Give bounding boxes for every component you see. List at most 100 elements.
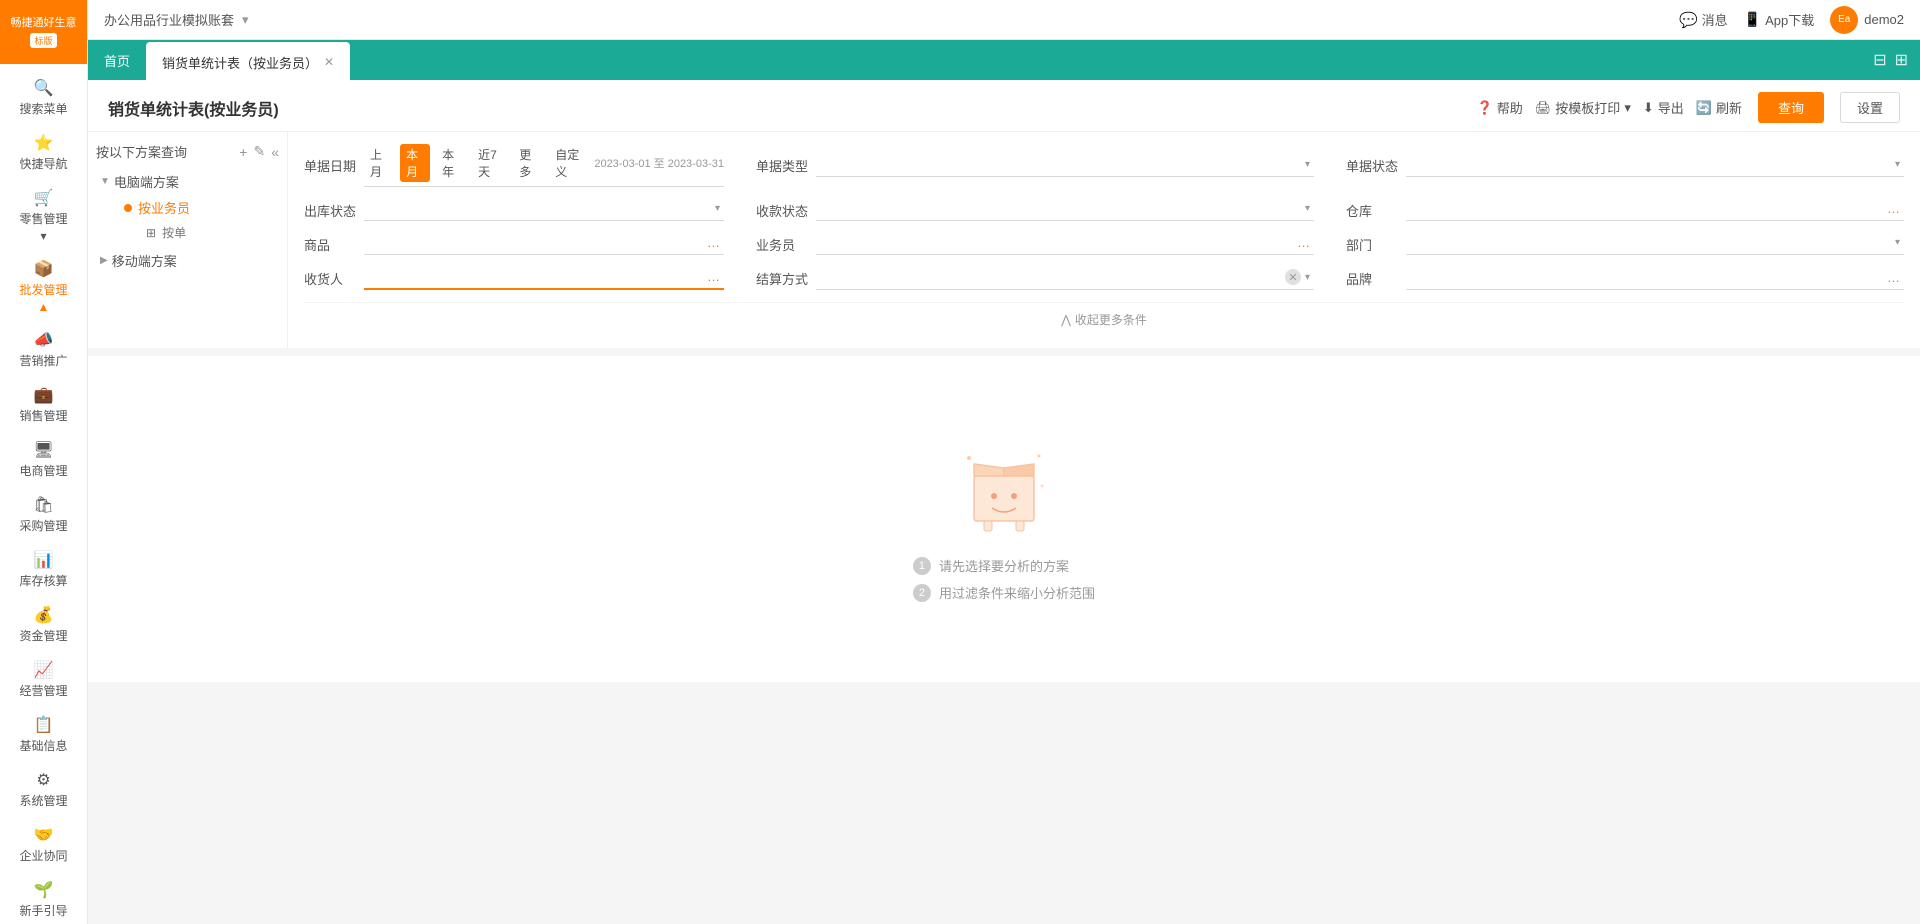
- logo-badge: 标版: [30, 33, 56, 48]
- date-btn-7days[interactable]: 近7天: [472, 144, 507, 182]
- tab-close-button[interactable]: ✕: [324, 55, 334, 69]
- sidebar-item-ecommerce[interactable]: 🖥 电商管理: [0, 432, 87, 487]
- doc-status-input-wrapper: ▾: [1406, 155, 1904, 177]
- tab-sales-stats[interactable]: 销货单统计表（按业务员） ✕: [146, 42, 350, 82]
- settings-button[interactable]: 设置: [1840, 92, 1900, 123]
- user-profile-button[interactable]: Ea demo2: [1830, 6, 1904, 34]
- system-icon: ⚙: [36, 770, 50, 790]
- date-label: 单据日期: [304, 156, 356, 175]
- sidebar-item-system-label: 系统管理: [19, 792, 67, 809]
- date-btn-this-year[interactable]: 本年: [436, 144, 466, 182]
- tab-actions: ⊟ ⊞: [1873, 50, 1920, 70]
- filter-panel: 按以下方案查询 + ✎ « ▼ 电脑端方案: [88, 132, 1920, 348]
- scheme-add-button[interactable]: +: [239, 144, 247, 160]
- scheme-by-order[interactable]: ⊞ 按单: [140, 221, 279, 244]
- sidebar-item-system[interactable]: ⚙ 系统管理: [0, 762, 87, 817]
- sidebar-item-retail[interactable]: 🛒 零售管理 ▾: [0, 180, 87, 251]
- date-btn-custom[interactable]: 自定义: [549, 144, 588, 182]
- export-button[interactable]: ⬇ 导出: [1643, 98, 1684, 117]
- doc-type-arrow: ▾: [1305, 159, 1310, 170]
- avatar: Ea: [1830, 6, 1858, 34]
- sidebar-item-inventory-label: 库存核算: [19, 572, 67, 589]
- app-download-button[interactable]: 📱 App下载: [1744, 10, 1815, 29]
- print-button[interactable]: 🖨 按模板打印 ▾: [1535, 98, 1631, 117]
- filter-row-3: 商品 … 业务员 …: [304, 233, 1904, 255]
- sidebar-item-search[interactable]: 🔍 搜索菜单: [0, 70, 87, 125]
- ecommerce-icon: 🖥: [33, 440, 53, 460]
- scheme-by-salesperson[interactable]: 按业务员: [116, 194, 279, 221]
- warehouse-dots[interactable]: …: [1887, 201, 1900, 216]
- scheme-group-desktop-header[interactable]: ▼ 电脑端方案: [96, 169, 279, 194]
- sidebar-item-basics[interactable]: 📋 基础信息: [0, 707, 87, 762]
- product-dots[interactable]: …: [707, 235, 720, 250]
- empty-illustration: [954, 436, 1054, 536]
- newbie-icon: 🌱: [34, 880, 54, 900]
- doc-status-input[interactable]: [1410, 157, 1891, 172]
- collapse-button[interactable]: ⋀ 收起更多条件: [1061, 311, 1147, 328]
- doc-status-label: 单据状态: [1346, 156, 1398, 175]
- sidebar-item-inventory[interactable]: 📊 库存核算: [0, 542, 87, 597]
- consignee-dots[interactable]: …: [707, 269, 720, 284]
- filter-out-status-field: 出库状态 ▾: [304, 199, 724, 221]
- tab-home[interactable]: 首页: [88, 40, 146, 80]
- message-button[interactable]: 💬 消息: [1679, 10, 1728, 29]
- warehouse-input[interactable]: [1410, 201, 1887, 216]
- filter-warehouse-field: 仓库 …: [1346, 199, 1904, 221]
- sidebar-item-operations[interactable]: 📈 经营管理: [0, 652, 87, 707]
- out-status-input[interactable]: [368, 201, 711, 216]
- date-btn-last-month[interactable]: 上月: [364, 144, 394, 182]
- date-btn-this-month[interactable]: 本月: [400, 144, 430, 182]
- scheme-by-salesperson-label: 按业务员: [138, 198, 190, 217]
- scheme-group-mobile-header[interactable]: ▶ 移动端方案: [96, 248, 279, 273]
- sidebar-item-purchase-label: 采购管理: [19, 517, 67, 534]
- help-button[interactable]: ❓ 帮助: [1477, 98, 1523, 117]
- sidebar-item-marketing[interactable]: 📣 营销推广: [0, 322, 87, 377]
- settlement-input[interactable]: [820, 270, 1285, 285]
- brand-label: 品牌: [1346, 269, 1398, 288]
- tab-maximize-button[interactable]: ⊞: [1895, 50, 1908, 70]
- brand-input[interactable]: [1410, 270, 1887, 285]
- sidebar-item-quicknav[interactable]: ⭐ 快捷导航: [0, 125, 87, 180]
- scheme-collapse-button[interactable]: «: [271, 144, 279, 160]
- sidebar-item-newbie[interactable]: 🌱 新手引导: [0, 872, 87, 924]
- user-name: demo2: [1864, 12, 1904, 27]
- tab-minimize-button[interactable]: ⊟: [1873, 50, 1886, 70]
- scheme-group-mobile: ▶ 移动端方案: [96, 248, 279, 273]
- out-status-arrow: ▾: [715, 203, 720, 214]
- brand-input-wrapper: …: [1406, 268, 1904, 290]
- settlement-clear-button[interactable]: ✕: [1285, 269, 1301, 285]
- empty-state: 1 请先选择要分析的方案 2 用过滤条件来缩小分析范围: [88, 356, 1920, 682]
- date-range-text: 2023-03-01 至 2023-03-31: [594, 155, 724, 171]
- sidebar-item-enterprise[interactable]: 🤝 企业协同: [0, 817, 87, 872]
- refresh-button[interactable]: 🔄 刷新: [1696, 98, 1742, 117]
- date-btn-more[interactable]: 更多: [513, 144, 543, 182]
- sidebar-item-wholesale[interactable]: 📦 批发管理 ▲: [0, 251, 87, 322]
- brand-dots[interactable]: …: [1887, 270, 1900, 285]
- department-input[interactable]: [1410, 235, 1891, 250]
- sidebar-item-search-label: 搜索菜单: [19, 100, 67, 117]
- receipt-status-input[interactable]: [820, 201, 1301, 216]
- print-icon: 🖨: [1535, 100, 1552, 116]
- scheme-icons: + ✎ «: [239, 143, 279, 160]
- salesperson-input[interactable]: [820, 235, 1297, 250]
- sidebar-item-quicknav-label: 快捷导航: [19, 155, 67, 172]
- product-input[interactable]: [368, 235, 707, 250]
- query-button[interactable]: 查询: [1758, 92, 1824, 123]
- sidebar-item-sales[interactable]: 💼 销售管理: [0, 377, 87, 432]
- breadcrumb-arrow[interactable]: ▾: [242, 12, 249, 28]
- doc-type-input[interactable]: [820, 157, 1301, 172]
- filter-receipt-status-field: 收款状态 ▾: [756, 199, 1314, 221]
- filter-date-field: 单据日期 上月 本月 本年 近7天 更多 自定义 2023-03-01 至 20…: [304, 144, 724, 187]
- sidebar-item-marketing-label: 营销推广: [19, 352, 67, 369]
- sidebar-item-wholesale-label: 批发管理: [19, 281, 67, 298]
- refresh-label: 刷新: [1716, 98, 1742, 117]
- scheme-edit-button[interactable]: ✎: [253, 143, 265, 160]
- consignee-input[interactable]: [368, 269, 707, 284]
- scheme-desktop-children: 按业务员 ⊞ 按单: [96, 194, 279, 244]
- collapse-label: 收起更多条件: [1075, 311, 1147, 328]
- sidebar-item-purchase[interactable]: 🛍 采购管理: [0, 487, 87, 542]
- breadcrumb-text: 办公用品行业模拟账套: [104, 10, 234, 29]
- salesperson-dots[interactable]: …: [1297, 235, 1310, 250]
- department-label: 部门: [1346, 235, 1398, 254]
- sidebar-item-finance[interactable]: 💰 资金管理: [0, 597, 87, 652]
